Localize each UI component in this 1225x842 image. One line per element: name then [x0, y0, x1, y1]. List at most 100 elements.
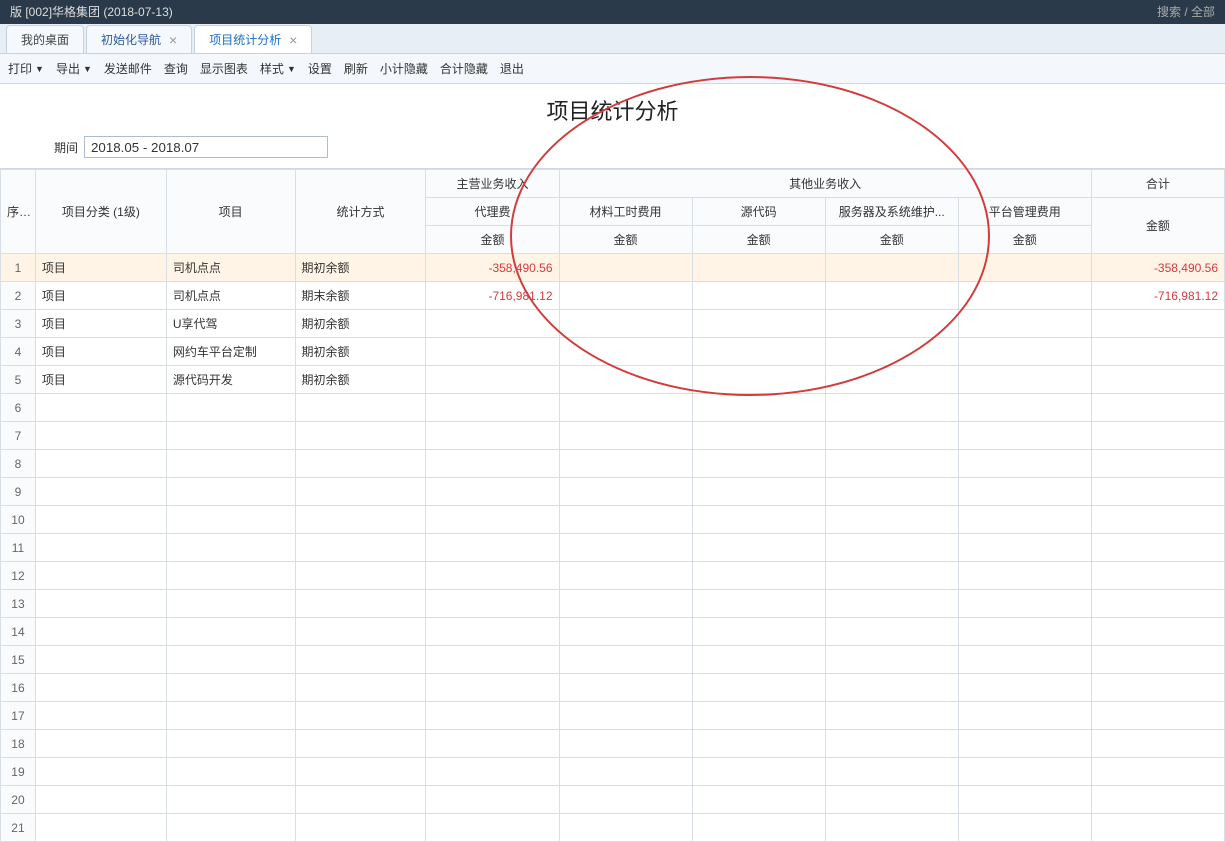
empty-cell[interactable]: [692, 534, 825, 562]
empty-cell[interactable]: [559, 534, 692, 562]
empty-cell[interactable]: [295, 422, 426, 450]
empty-cell[interactable]: [1091, 478, 1224, 506]
row-seq[interactable]: 3: [1, 310, 36, 338]
empty-cell[interactable]: [1091, 394, 1224, 422]
row-proj[interactable]: 源代码开发: [166, 366, 295, 394]
empty-cell[interactable]: [295, 814, 426, 842]
empty-cell[interactable]: [166, 450, 295, 478]
table-row-empty[interactable]: 16: [1, 674, 1225, 702]
row-seq[interactable]: 5: [1, 366, 36, 394]
empty-cell[interactable]: [295, 730, 426, 758]
th-agency-amount[interactable]: 金额: [426, 226, 559, 254]
th-agency[interactable]: 代理费: [426, 198, 559, 226]
empty-cell[interactable]: [559, 674, 692, 702]
empty-cell[interactable]: [166, 394, 295, 422]
empty-cell[interactable]: [692, 478, 825, 506]
empty-cell[interactable]: [166, 730, 295, 758]
row-s1[interactable]: [559, 338, 692, 366]
empty-cell[interactable]: [559, 814, 692, 842]
empty-cell[interactable]: [35, 562, 166, 590]
empty-cell[interactable]: [692, 422, 825, 450]
row-s1[interactable]: [559, 310, 692, 338]
th-stat[interactable]: 统计方式: [295, 170, 426, 254]
empty-cell[interactable]: [1091, 646, 1224, 674]
empty-cell[interactable]: [958, 394, 1091, 422]
empty-cell[interactable]: [825, 786, 958, 814]
row-seq[interactable]: 20: [1, 786, 36, 814]
empty-cell[interactable]: [958, 730, 1091, 758]
row-s3[interactable]: [825, 338, 958, 366]
toolbar-设置[interactable]: 设置: [308, 60, 332, 77]
empty-cell[interactable]: [825, 814, 958, 842]
table-row-empty[interactable]: 12: [1, 562, 1225, 590]
table-row-empty[interactable]: 14: [1, 618, 1225, 646]
empty-cell[interactable]: [825, 562, 958, 590]
row-s1[interactable]: [559, 254, 692, 282]
th-lvl[interactable]: 项目分类 (1级): [35, 170, 166, 254]
empty-cell[interactable]: [166, 646, 295, 674]
empty-cell[interactable]: [559, 394, 692, 422]
empty-cell[interactable]: [426, 786, 559, 814]
toolbar-显示图表[interactable]: 显示图表: [200, 60, 248, 77]
row-s1[interactable]: [559, 366, 692, 394]
empty-cell[interactable]: [692, 450, 825, 478]
row-proj[interactable]: U享代驾: [166, 310, 295, 338]
empty-cell[interactable]: [35, 534, 166, 562]
row-seq[interactable]: 17: [1, 702, 36, 730]
empty-cell[interactable]: [958, 674, 1091, 702]
row-total[interactable]: -358,490.56: [1091, 254, 1224, 282]
empty-cell[interactable]: [559, 422, 692, 450]
row-seq[interactable]: 2: [1, 282, 36, 310]
empty-cell[interactable]: [35, 394, 166, 422]
row-lvl[interactable]: 项目: [35, 254, 166, 282]
row-s4[interactable]: [958, 254, 1091, 282]
empty-cell[interactable]: [1091, 590, 1224, 618]
empty-cell[interactable]: [825, 534, 958, 562]
empty-cell[interactable]: [35, 422, 166, 450]
row-stat[interactable]: 期初余额: [295, 338, 426, 366]
empty-cell[interactable]: [1091, 786, 1224, 814]
empty-cell[interactable]: [1091, 618, 1224, 646]
row-s4[interactable]: [958, 310, 1091, 338]
empty-cell[interactable]: [166, 534, 295, 562]
th-sub1-amount[interactable]: 金额: [559, 226, 692, 254]
tab-1[interactable]: 初始化导航×: [86, 25, 192, 53]
empty-cell[interactable]: [35, 506, 166, 534]
data-grid[interactable]: 序号 项目分类 (1级) 项目 统计方式 主营业务收入 其他业务收入 合计 代理…: [0, 169, 1225, 842]
empty-cell[interactable]: [692, 730, 825, 758]
empty-cell[interactable]: [1091, 422, 1224, 450]
empty-cell[interactable]: [692, 562, 825, 590]
table-row-empty[interactable]: 7: [1, 422, 1225, 450]
row-proj[interactable]: 网约车平台定制: [166, 338, 295, 366]
empty-cell[interactable]: [958, 590, 1091, 618]
empty-cell[interactable]: [426, 562, 559, 590]
row-agency[interactable]: [426, 338, 559, 366]
empty-cell[interactable]: [295, 590, 426, 618]
empty-cell[interactable]: [1091, 674, 1224, 702]
table-row[interactable]: 5项目源代码开发期初余额: [1, 366, 1225, 394]
empty-cell[interactable]: [825, 506, 958, 534]
empty-cell[interactable]: [1091, 534, 1224, 562]
empty-cell[interactable]: [1091, 506, 1224, 534]
empty-cell[interactable]: [559, 590, 692, 618]
table-row-empty[interactable]: 11: [1, 534, 1225, 562]
empty-cell[interactable]: [166, 478, 295, 506]
empty-cell[interactable]: [166, 422, 295, 450]
empty-cell[interactable]: [692, 674, 825, 702]
empty-cell[interactable]: [559, 786, 692, 814]
empty-cell[interactable]: [958, 534, 1091, 562]
empty-cell[interactable]: [295, 702, 426, 730]
table-row[interactable]: 2项目司机点点期末余额-716,981.12-716,981.12: [1, 282, 1225, 310]
empty-cell[interactable]: [1091, 450, 1224, 478]
toolbar-刷新[interactable]: 刷新: [344, 60, 368, 77]
row-seq[interactable]: 11: [1, 534, 36, 562]
th-sub3-amount[interactable]: 金额: [825, 226, 958, 254]
empty-cell[interactable]: [1091, 814, 1224, 842]
empty-cell[interactable]: [958, 562, 1091, 590]
empty-cell[interactable]: [958, 702, 1091, 730]
row-seq[interactable]: 15: [1, 646, 36, 674]
th-sub1[interactable]: 材料工时费用: [559, 198, 692, 226]
toolbar-小计隐藏[interactable]: 小计隐藏: [380, 60, 428, 77]
row-s4[interactable]: [958, 338, 1091, 366]
empty-cell[interactable]: [166, 786, 295, 814]
